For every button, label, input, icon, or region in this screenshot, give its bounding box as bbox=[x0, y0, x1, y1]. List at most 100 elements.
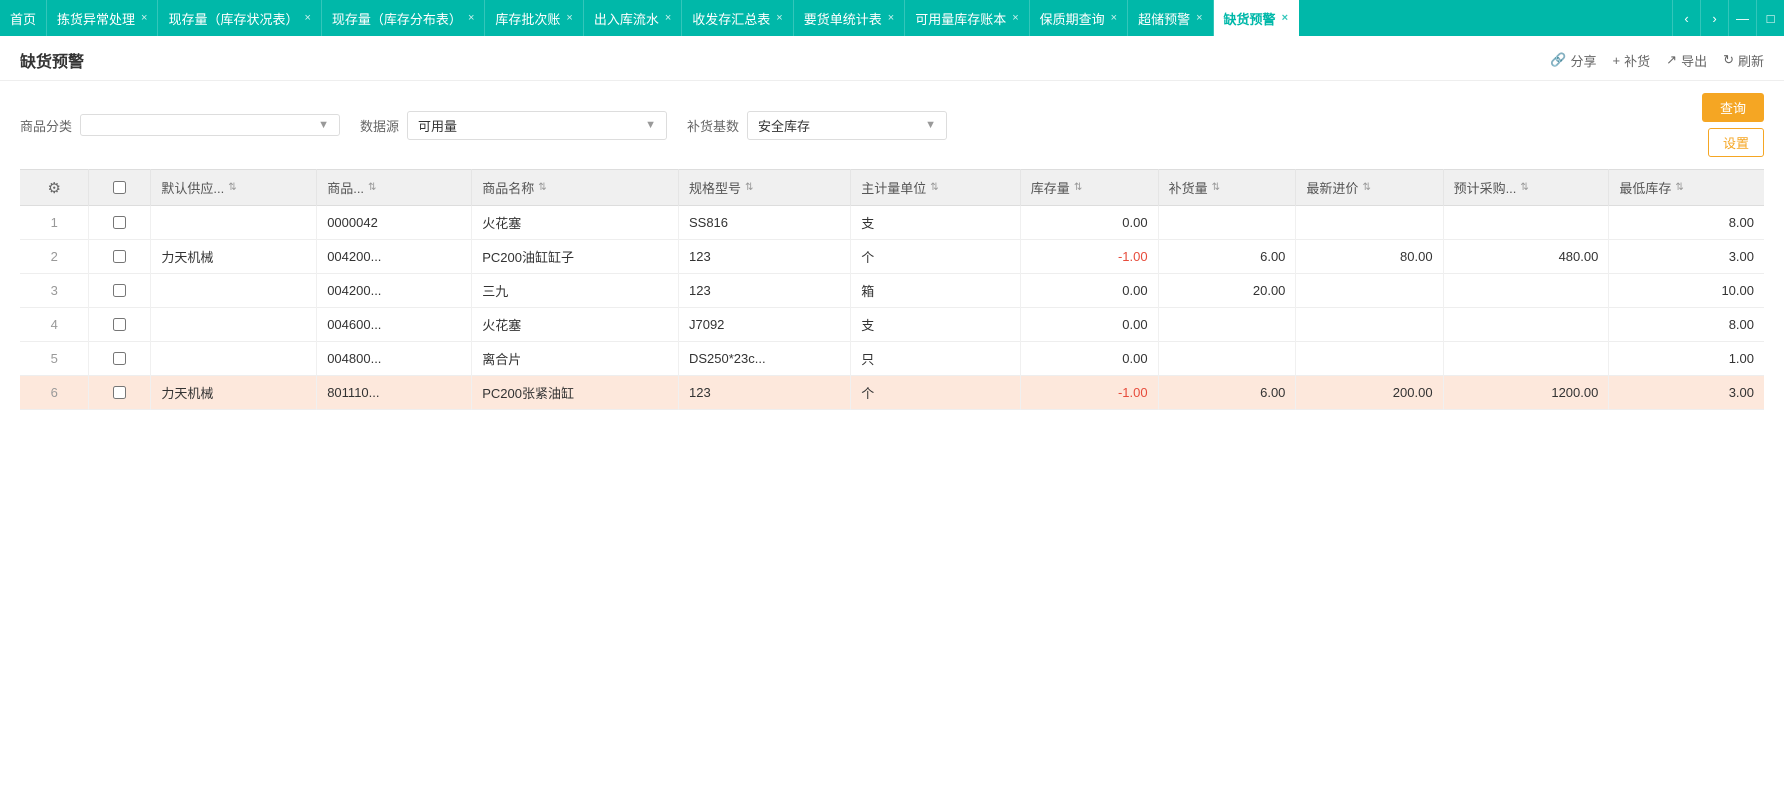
th-estimate-purchase-label: 预计采购... bbox=[1454, 178, 1517, 197]
nav-next-button[interactable]: › bbox=[1700, 0, 1728, 36]
row-checkbox[interactable] bbox=[113, 386, 126, 399]
refresh-label: 刷新 bbox=[1738, 51, 1764, 70]
th-latest-price: 最新进价 ⇅ bbox=[1296, 170, 1443, 206]
nav-tab-2[interactable]: 现存量（库存状况表） × bbox=[158, 0, 321, 36]
th-spec-label: 规格型号 bbox=[689, 178, 741, 197]
gear-icon[interactable]: ⚙ bbox=[47, 180, 60, 197]
nav-tab-10[interactable]: 超储预警 × bbox=[1128, 0, 1213, 36]
window-maximize-button[interactable]: □ bbox=[1756, 0, 1784, 36]
data-table: ⚙ 默认供应... ⇅ bbox=[20, 169, 1764, 410]
datasource-select[interactable]: 可用量 ▼ bbox=[407, 111, 667, 140]
sort-icon[interactable]: ⇅ bbox=[1362, 182, 1370, 193]
sort-icon[interactable]: ⇅ bbox=[745, 182, 753, 193]
replenish-button[interactable]: + 补货 bbox=[1613, 51, 1651, 70]
sort-icon[interactable]: ⇅ bbox=[228, 182, 236, 193]
share-label: 分享 bbox=[1571, 51, 1597, 70]
close-icon[interactable]: × bbox=[468, 12, 474, 24]
close-icon[interactable]: × bbox=[776, 12, 782, 24]
th-code: 商品... ⇅ bbox=[317, 170, 472, 206]
row-checkbox-cell[interactable] bbox=[89, 342, 151, 376]
sort-icon[interactable]: ⇅ bbox=[1212, 182, 1220, 193]
sort-icon[interactable]: ⇅ bbox=[538, 182, 546, 193]
row-checkbox[interactable] bbox=[113, 250, 126, 263]
row-unit: 只 bbox=[851, 342, 1021, 376]
row-stock: 0.00 bbox=[1020, 274, 1158, 308]
nav-tab-11[interactable]: 缺货预警 × bbox=[1214, 0, 1299, 36]
row-spec: 123 bbox=[678, 376, 850, 410]
datasource-label: 数据源 bbox=[360, 116, 399, 135]
filter-actions: 查询 设置 bbox=[1702, 93, 1764, 157]
row-estimate-purchase: 1200.00 bbox=[1443, 376, 1609, 410]
row-checkbox-cell[interactable] bbox=[89, 240, 151, 274]
row-latest-price bbox=[1296, 342, 1443, 376]
th-name: 商品名称 ⇅ bbox=[472, 170, 679, 206]
sort-icon[interactable]: ⇅ bbox=[368, 182, 376, 193]
chevron-down-icon: ▼ bbox=[645, 119, 656, 131]
nav-tab-1-label: 拣货异常处理 bbox=[57, 9, 135, 28]
nav-prev-button[interactable]: ‹ bbox=[1672, 0, 1700, 36]
row-latest-price bbox=[1296, 274, 1443, 308]
window-minimize-button[interactable]: — bbox=[1728, 0, 1756, 36]
settings-button[interactable]: 设置 bbox=[1708, 128, 1764, 157]
nav-tab-7-label: 要货单统计表 bbox=[804, 9, 882, 28]
refresh-button[interactable]: ↻ 刷新 bbox=[1723, 51, 1764, 70]
close-icon[interactable]: × bbox=[1282, 12, 1288, 24]
query-button[interactable]: 查询 bbox=[1702, 93, 1764, 122]
nav-tab-home[interactable]: 首页 bbox=[0, 0, 47, 36]
row-checkbox-cell[interactable] bbox=[89, 206, 151, 240]
th-supplier-label: 默认供应... bbox=[161, 178, 224, 197]
table-row[interactable]: 2 力天机械 004200... PC200油缸缸子 123 个 -1.00 6… bbox=[20, 240, 1764, 274]
close-icon[interactable]: × bbox=[1196, 12, 1202, 24]
row-checkbox[interactable] bbox=[113, 352, 126, 365]
nav-tab-5[interactable]: 出入库流水 × bbox=[584, 0, 682, 36]
replenish-base-label: 补货基数 bbox=[687, 116, 739, 135]
datasource-value: 可用量 bbox=[418, 116, 457, 135]
row-checkbox[interactable] bbox=[113, 216, 126, 229]
row-index: 2 bbox=[20, 240, 89, 274]
nav-tab-8[interactable]: 可用量库存账本 × bbox=[905, 0, 1029, 36]
nav-tab-3[interactable]: 现存量（库存分布表） × bbox=[322, 0, 485, 36]
row-min-stock: 3.00 bbox=[1609, 240, 1764, 274]
close-icon[interactable]: × bbox=[888, 12, 894, 24]
row-checkbox[interactable] bbox=[113, 318, 126, 331]
row-checkbox-cell[interactable] bbox=[89, 274, 151, 308]
th-settings[interactable]: ⚙ bbox=[20, 170, 89, 206]
close-icon[interactable]: × bbox=[1111, 12, 1117, 24]
close-icon[interactable]: × bbox=[141, 12, 147, 24]
table-row[interactable]: 3 004200... 三九 123 箱 0.00 20.00 10.00 bbox=[20, 274, 1764, 308]
row-checkbox-cell[interactable] bbox=[89, 376, 151, 410]
sort-icon[interactable]: ⇅ bbox=[1074, 182, 1082, 193]
export-button[interactable]: ↗ 导出 bbox=[1666, 51, 1707, 70]
close-icon[interactable]: × bbox=[665, 12, 671, 24]
th-checkbox bbox=[89, 170, 151, 206]
table-row[interactable]: 1 0000042 火花塞 SS816 支 0.00 8.00 bbox=[20, 206, 1764, 240]
nav-tab-9[interactable]: 保质期查询 × bbox=[1030, 0, 1128, 36]
table-row[interactable]: 6 力天机械 801110... PC200张紧油缸 123 个 -1.00 6… bbox=[20, 376, 1764, 410]
nav-tab-9-label: 保质期查询 bbox=[1040, 9, 1105, 28]
nav-tab-1[interactable]: 拣货异常处理 × bbox=[47, 0, 158, 36]
close-icon[interactable]: × bbox=[304, 12, 310, 24]
row-checkbox-cell[interactable] bbox=[89, 308, 151, 342]
share-button[interactable]: 🔗 分享 bbox=[1550, 51, 1596, 70]
row-name: PC200张紧油缸 bbox=[472, 376, 679, 410]
nav-tab-6[interactable]: 收发存汇总表 × bbox=[682, 0, 793, 36]
table-header-row: ⚙ 默认供应... ⇅ bbox=[20, 170, 1764, 206]
table-row[interactable]: 4 004600... 火花塞 J7092 支 0.00 8.00 bbox=[20, 308, 1764, 342]
table-row[interactable]: 5 004800... 离合片 DS250*23c... 只 0.00 1.00 bbox=[20, 342, 1764, 376]
sort-icon[interactable]: ⇅ bbox=[930, 182, 938, 193]
row-min-stock: 8.00 bbox=[1609, 308, 1764, 342]
sort-icon[interactable]: ⇅ bbox=[1520, 182, 1528, 193]
nav-tab-7[interactable]: 要货单统计表 × bbox=[794, 0, 905, 36]
select-all-checkbox[interactable] bbox=[113, 181, 126, 194]
row-index: 3 bbox=[20, 274, 89, 308]
row-stock: 0.00 bbox=[1020, 342, 1158, 376]
category-select[interactable]: ▼ bbox=[80, 114, 340, 136]
close-icon[interactable]: × bbox=[566, 12, 572, 24]
nav-tab-4[interactable]: 库存批次账 × bbox=[485, 0, 583, 36]
close-icon[interactable]: × bbox=[1012, 12, 1018, 24]
row-supplier bbox=[151, 342, 317, 376]
replenish-base-select[interactable]: 安全库存 ▼ bbox=[747, 111, 947, 140]
row-checkbox[interactable] bbox=[113, 284, 126, 297]
sort-icon[interactable]: ⇅ bbox=[1675, 182, 1683, 193]
row-estimate-purchase bbox=[1443, 206, 1609, 240]
